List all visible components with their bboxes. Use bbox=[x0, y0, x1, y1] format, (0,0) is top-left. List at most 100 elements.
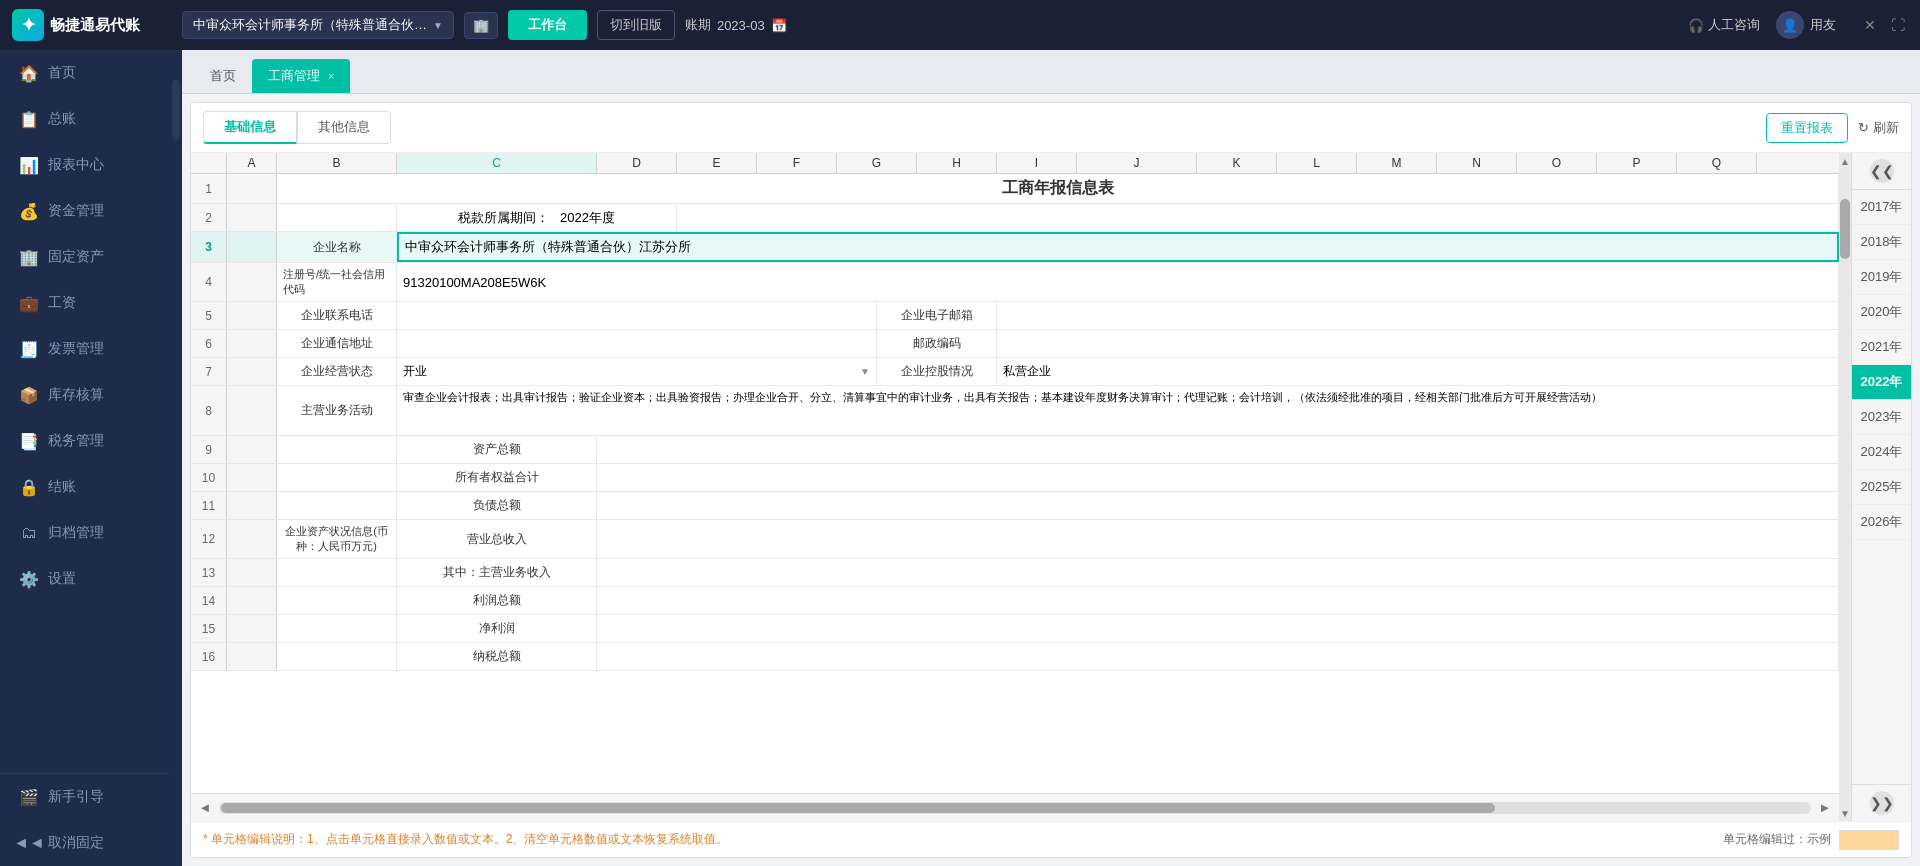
cell-2a[interactable] bbox=[227, 204, 277, 231]
year-expand-button[interactable]: ❯❯ bbox=[1870, 791, 1894, 815]
cell-4c[interactable]: 91320100MA208E5W6K bbox=[397, 263, 1839, 301]
cell-4a[interactable] bbox=[227, 263, 277, 301]
sidebar-item-report[interactable]: 📊 报表中心 bbox=[0, 142, 170, 188]
tab-home[interactable]: 首页 bbox=[194, 59, 252, 93]
cell-5c[interactable] bbox=[397, 302, 877, 329]
cell-8c[interactable]: 审查企业会计报表；出具审计报告；验证企业资本；出具验资报告；办理企业合开、分立、… bbox=[397, 386, 1839, 435]
sidebar-item-settings[interactable]: ⚙️ 设置 bbox=[0, 556, 170, 602]
cell-15a[interactable] bbox=[227, 615, 277, 642]
year-item-2019[interactable]: 2019年 bbox=[1852, 260, 1911, 295]
year-item-2020[interactable]: 2020年 bbox=[1852, 295, 1911, 330]
sidebar-label-invoice: 发票管理 bbox=[48, 340, 104, 358]
cell-13d[interactable] bbox=[597, 559, 1839, 586]
scroll-left-button[interactable]: ◄ bbox=[195, 798, 215, 818]
sidebar-item-salary[interactable]: 💼 工资 bbox=[0, 280, 170, 326]
cell-9d[interactable] bbox=[597, 436, 1839, 463]
sidebar-item-newbie[interactable]: 🎬 新手引导 bbox=[0, 774, 170, 820]
service-button[interactable]: 🎧 人工咨询 bbox=[1688, 16, 1760, 34]
sub-tab-basic[interactable]: 基础信息 bbox=[203, 111, 297, 144]
cell-7k[interactable]: 私营企业 bbox=[997, 358, 1839, 385]
cell-7a[interactable] bbox=[227, 358, 277, 385]
cell-1a[interactable] bbox=[227, 174, 277, 203]
sidebar-item-assets[interactable]: 🏢 固定资产 bbox=[0, 234, 170, 280]
cell-15d[interactable] bbox=[597, 615, 1839, 642]
sub-tab-other[interactable]: 其他信息 bbox=[297, 111, 391, 144]
scroll-down-button[interactable]: ▼ bbox=[1839, 805, 1851, 821]
cell-11a[interactable] bbox=[227, 492, 277, 519]
cell-6k[interactable] bbox=[997, 330, 1839, 357]
archive-icon: 🗂 bbox=[20, 524, 38, 542]
year-item-2018[interactable]: 2018年 bbox=[1852, 225, 1911, 260]
year-item-2017[interactable]: 2017年 bbox=[1852, 190, 1911, 225]
sidebar-label-close: 结账 bbox=[48, 478, 76, 496]
year-item-2021[interactable]: 2021年 bbox=[1852, 330, 1911, 365]
year-item-2026[interactable]: 2026年 bbox=[1852, 505, 1911, 540]
old-version-button[interactable]: 切到旧版 bbox=[597, 10, 675, 40]
tab-business-management[interactable]: 工商管理 × bbox=[252, 59, 350, 93]
year-item-2024[interactable]: 2024年 bbox=[1852, 435, 1911, 470]
close-window-button[interactable]: ✕ bbox=[1860, 15, 1880, 35]
scroll-right-button[interactable]: ► bbox=[1815, 798, 1835, 818]
salary-icon: 💼 bbox=[20, 294, 38, 312]
page-content: 基础信息 其他信息 重置报表 ↻ 刷新 bbox=[182, 94, 1920, 866]
horizontal-scroll-thumb[interactable] bbox=[221, 803, 1495, 813]
cell-12b: 企业资产状况信息(币种：人民币万元) bbox=[277, 520, 397, 558]
cell-12d[interactable] bbox=[597, 520, 1839, 558]
cell-16d[interactable] bbox=[597, 643, 1839, 670]
year-item-2022[interactable]: 2022年 bbox=[1852, 365, 1911, 400]
cell-13a[interactable] bbox=[227, 559, 277, 586]
calendar-icon[interactable]: 📅 bbox=[771, 18, 787, 33]
cell-3a[interactable] bbox=[227, 232, 277, 262]
cell-8a[interactable] bbox=[227, 386, 277, 435]
year-item-2025[interactable]: 2025年 bbox=[1852, 470, 1911, 505]
year-collapse-button[interactable]: ❮❮ bbox=[1870, 159, 1894, 183]
cell-14d[interactable] bbox=[597, 587, 1839, 614]
refresh-button[interactable]: ↻ 刷新 bbox=[1858, 119, 1899, 137]
company-icon-button[interactable]: 🏢 bbox=[464, 12, 498, 39]
sidebar-item-unpin[interactable]: ◄◄ 取消固定 bbox=[0, 820, 170, 866]
scroll-up-button[interactable]: ▲ bbox=[1839, 153, 1851, 169]
cell-6a[interactable] bbox=[227, 330, 277, 357]
cell-14a[interactable] bbox=[227, 587, 277, 614]
sidebar-item-close[interactable]: 🔒 结账 bbox=[0, 464, 170, 510]
sidebar-item-home[interactable]: 🏠 首页 bbox=[0, 50, 170, 96]
user-info[interactable]: 👤 用友 bbox=[1776, 11, 1836, 39]
sidebar-item-finance[interactable]: 💰 资金管理 bbox=[0, 188, 170, 234]
cell-12c: 营业总收入 bbox=[397, 520, 597, 558]
cell-7c[interactable]: 开业 ▼ bbox=[397, 358, 877, 385]
expand-window-button[interactable]: ⛶ bbox=[1888, 15, 1908, 35]
col-header-e: E bbox=[677, 153, 757, 173]
company-selector[interactable]: 中审众环会计师事务所（特殊普通合伙… ▼ bbox=[182, 11, 454, 39]
sidebar-item-tax[interactable]: 📑 税务管理 bbox=[0, 418, 170, 464]
cell-2rest[interactable] bbox=[677, 204, 1839, 231]
cell-3c[interactable]: 中审众环会计师事务所（特殊普通合伙）江苏分所 bbox=[397, 232, 1839, 262]
cell-10a[interactable] bbox=[227, 464, 277, 491]
cell-10d[interactable] bbox=[597, 464, 1839, 491]
cell-5k[interactable] bbox=[997, 302, 1839, 329]
cell-4b: 注册号/统一社会信用代码 bbox=[277, 263, 397, 301]
cell-16a[interactable] bbox=[227, 643, 277, 670]
year-item-2023[interactable]: 2023年 bbox=[1852, 400, 1911, 435]
tab-close-button[interactable]: × bbox=[328, 70, 334, 82]
sidebar-item-invoice[interactable]: 🧾 发票管理 bbox=[0, 326, 170, 372]
col-header-h: H bbox=[917, 153, 997, 173]
vertical-scroll-thumb[interactable] bbox=[1840, 199, 1850, 259]
cell-5a[interactable] bbox=[227, 302, 277, 329]
cell-9a[interactable] bbox=[227, 436, 277, 463]
horizontal-scroll-track[interactable] bbox=[219, 802, 1811, 814]
reset-report-button[interactable]: 重置报表 bbox=[1766, 113, 1848, 143]
cell-5j: 企业电子邮箱 bbox=[877, 302, 997, 329]
col-header-a: A bbox=[227, 153, 277, 173]
headset-icon: 🎧 bbox=[1688, 18, 1704, 33]
cell-10b bbox=[277, 464, 397, 491]
workbench-button[interactable]: 工作台 bbox=[508, 10, 587, 40]
cell-11d[interactable] bbox=[597, 492, 1839, 519]
cell-6c[interactable] bbox=[397, 330, 877, 357]
cell-14b bbox=[277, 587, 397, 614]
cell-6b: 企业通信地址 bbox=[277, 330, 397, 357]
tab-bar: 首页 工商管理 × bbox=[182, 50, 1920, 94]
business-status-value: 开业 bbox=[403, 363, 427, 380]
sidebar-item-archive[interactable]: 🗂 归档管理 bbox=[0, 510, 170, 556]
sidebar-item-ledger[interactable]: 📋 总账 bbox=[0, 96, 170, 142]
sidebar-item-inventory[interactable]: 📦 库存核算 bbox=[0, 372, 170, 418]
